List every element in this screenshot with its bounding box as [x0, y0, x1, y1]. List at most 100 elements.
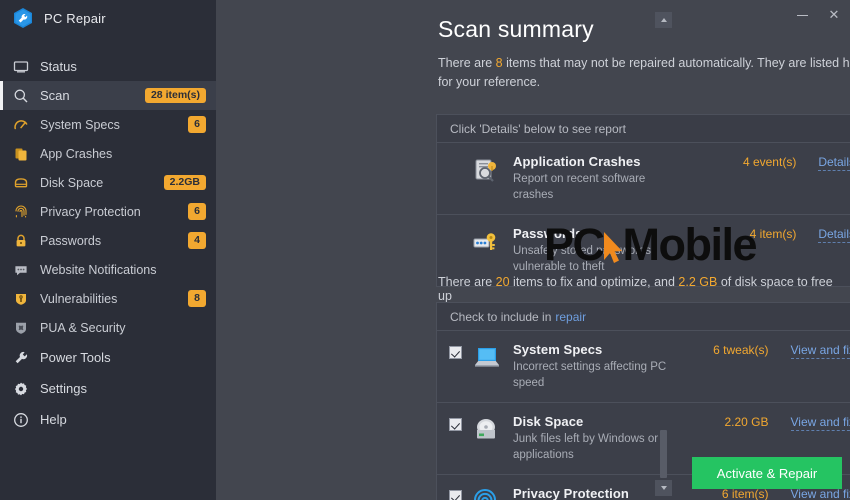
sidebar-item-status[interactable]: Status — [0, 52, 216, 81]
sidebar-item-vulnerabilities[interactable]: Vulnerabilities 8 — [0, 284, 216, 313]
speedometer-icon — [12, 116, 29, 133]
sidebar-badge-disk-space: 2.2GB — [163, 175, 206, 190]
row-subtitle: Unsafely stored passwords vulnerable to … — [513, 245, 652, 273]
lead-text-before: There are — [438, 56, 496, 70]
row-count: 2.20 GB — [724, 415, 769, 430]
window-controls: ✕ — [786, 0, 850, 30]
gear-icon — [12, 380, 29, 397]
repair-summary-line: There are 20 items to fix and optimize, … — [438, 275, 850, 303]
row-text: Passwords Unsafely stored passwords vuln… — [513, 226, 716, 275]
row-subtitle: Report on recent software crashes — [513, 173, 646, 201]
details-link[interactable]: Details — [818, 155, 850, 171]
page-title: Scan summary — [438, 16, 594, 42]
sidebar: PC Repair Status Scan 28 item(s) System … — [0, 0, 216, 500]
sidebar-item-label: Disk Space — [40, 175, 104, 190]
table-row[interactable]: System Specs Incorrect settings affectin… — [437, 331, 850, 404]
row-checkbox[interactable] — [449, 346, 462, 359]
sidebar-item-label: Passwords — [40, 233, 102, 248]
row-title: Application Crashes — [513, 154, 641, 169]
sidebar-item-disk-space[interactable]: Disk Space 2.2GB — [0, 168, 216, 197]
vertical-scrollbar[interactable] — [655, 12, 672, 496]
sidebar-item-label: Help — [40, 412, 67, 427]
close-button[interactable]: ✕ — [818, 0, 850, 30]
details-link[interactable]: Details — [818, 227, 850, 244]
row-subtitle: Incorrect settings affecting PC speed — [513, 361, 667, 389]
row-checkbox[interactable] — [449, 418, 462, 432]
sidebar-item-passwords[interactable]: Passwords 4 — [0, 226, 216, 255]
sidebar-badge-passwords: 4 — [188, 232, 206, 249]
table-row[interactable]: Application Crashes Report on recent sof… — [437, 143, 850, 216]
sidebar-item-label: Vulnerabilities — [40, 291, 118, 306]
row-count: 4 event(s) — [742, 155, 797, 169]
sidebar-item-label: Website Notifications — [40, 262, 157, 277]
lead-paragraph: There are 8 items that may not be repair… — [438, 54, 850, 93]
row-checkbox[interactable] — [449, 490, 462, 500]
fingerprint-icon — [12, 203, 29, 220]
scroll-down-button[interactable] — [655, 480, 672, 496]
sidebar-item-label: PUA & Security — [40, 320, 126, 335]
sidebar-item-system-specs[interactable]: System Specs 6 — [0, 110, 216, 139]
main-content: ✕ Scan summary There are 8 items that ma… — [216, 0, 850, 500]
sidebar-item-app-crashes[interactable]: App Crashes — [0, 139, 216, 168]
row-count: 6 tweak(s) — [713, 343, 769, 357]
shield-key-icon — [12, 290, 29, 307]
chevron-up-icon — [660, 18, 667, 22]
chat-bubble-icon — [12, 261, 29, 278]
sidebar-badge-system-specs: 6 — [188, 116, 206, 133]
search-icon — [12, 87, 29, 104]
sidebar-item-website-notifications[interactable]: Website Notifications — [0, 255, 216, 284]
app-brand: PC Repair — [0, 0, 216, 36]
shield-bug-icon — [12, 319, 29, 336]
sidebar-item-label: App Crashes — [40, 146, 113, 161]
repair-header-text: Check to include in — [450, 309, 552, 324]
app-title: PC Repair — [44, 10, 106, 26]
hexagon-wrench-icon — [12, 7, 34, 29]
sidebar-item-label: Power Tools — [40, 350, 111, 365]
lock-icon — [12, 232, 29, 249]
close-icon: ✕ — [828, 7, 840, 22]
sidebar-item-scan[interactable]: Scan 28 item(s) — [0, 81, 216, 110]
view-and-fix-link[interactable]: View and fix — [790, 343, 850, 359]
minimize-icon — [796, 14, 808, 16]
wrench-icon — [12, 349, 29, 366]
sidebar-item-label: System Specs — [40, 117, 120, 132]
view-and-fix-link[interactable]: View and fix — [791, 487, 850, 500]
sidebar-item-label: Status — [40, 59, 77, 74]
repair-link[interactable]: repair — [555, 310, 586, 324]
sidebar-badge-vulnerabilities: 8 — [188, 290, 206, 307]
scrollbar-thumb[interactable] — [660, 430, 667, 478]
sidebar-badge-scan: 28 item(s) — [144, 88, 206, 103]
monitor-icon — [12, 58, 29, 75]
mid-size: 2.2 GB — [678, 275, 718, 289]
app-crash-report-icon — [471, 155, 501, 185]
chevron-down-icon — [660, 486, 667, 490]
row-text: Application Crashes Report on recent sof… — [513, 154, 716, 203]
scroll-up-button[interactable] — [655, 12, 672, 28]
repair-panel-header: Check to include in repair — [437, 303, 850, 331]
mid-text-before: There are — [438, 275, 496, 289]
password-key-icon — [471, 227, 501, 257]
info-icon — [12, 411, 29, 428]
sidebar-item-power-tools[interactable]: Power Tools — [0, 342, 216, 373]
activate-and-repair-button[interactable]: Activate & Repair — [692, 457, 842, 489]
reports-panel-header: Click 'Details' below to see report — [437, 115, 850, 143]
sidebar-item-settings[interactable]: Settings — [0, 373, 216, 404]
row-count: 4 item(s) — [749, 227, 797, 242]
sidebar-item-label: Settings — [40, 381, 87, 396]
sidebar-item-privacy-protection[interactable]: Privacy Protection 6 — [0, 197, 216, 226]
sidebar-item-pua-security[interactable]: PUA & Security — [0, 313, 216, 342]
sidebar-item-help[interactable]: Help — [0, 404, 216, 435]
pc-repair-window: PC Repair Status Scan 28 item(s) System … — [0, 0, 850, 500]
sidebar-item-label: Scan — [40, 88, 70, 103]
view-and-fix-link[interactable]: View and fix — [790, 415, 850, 432]
harddisk-gray-icon — [471, 415, 501, 445]
fingerprint-lock-icon — [471, 487, 501, 500]
sidebar-item-label: Privacy Protection — [40, 204, 141, 219]
mid-text-middle: items to fix and optimize, and — [509, 275, 679, 289]
monitor-blue-icon — [471, 343, 501, 373]
row-title: Passwords — [513, 226, 583, 242]
mid-count: 20 — [495, 275, 510, 289]
sidebar-nav: Status Scan 28 item(s) System Specs 6 Ap… — [0, 52, 216, 435]
minimize-button[interactable] — [786, 0, 818, 30]
lead-count: 8 — [495, 56, 503, 70]
